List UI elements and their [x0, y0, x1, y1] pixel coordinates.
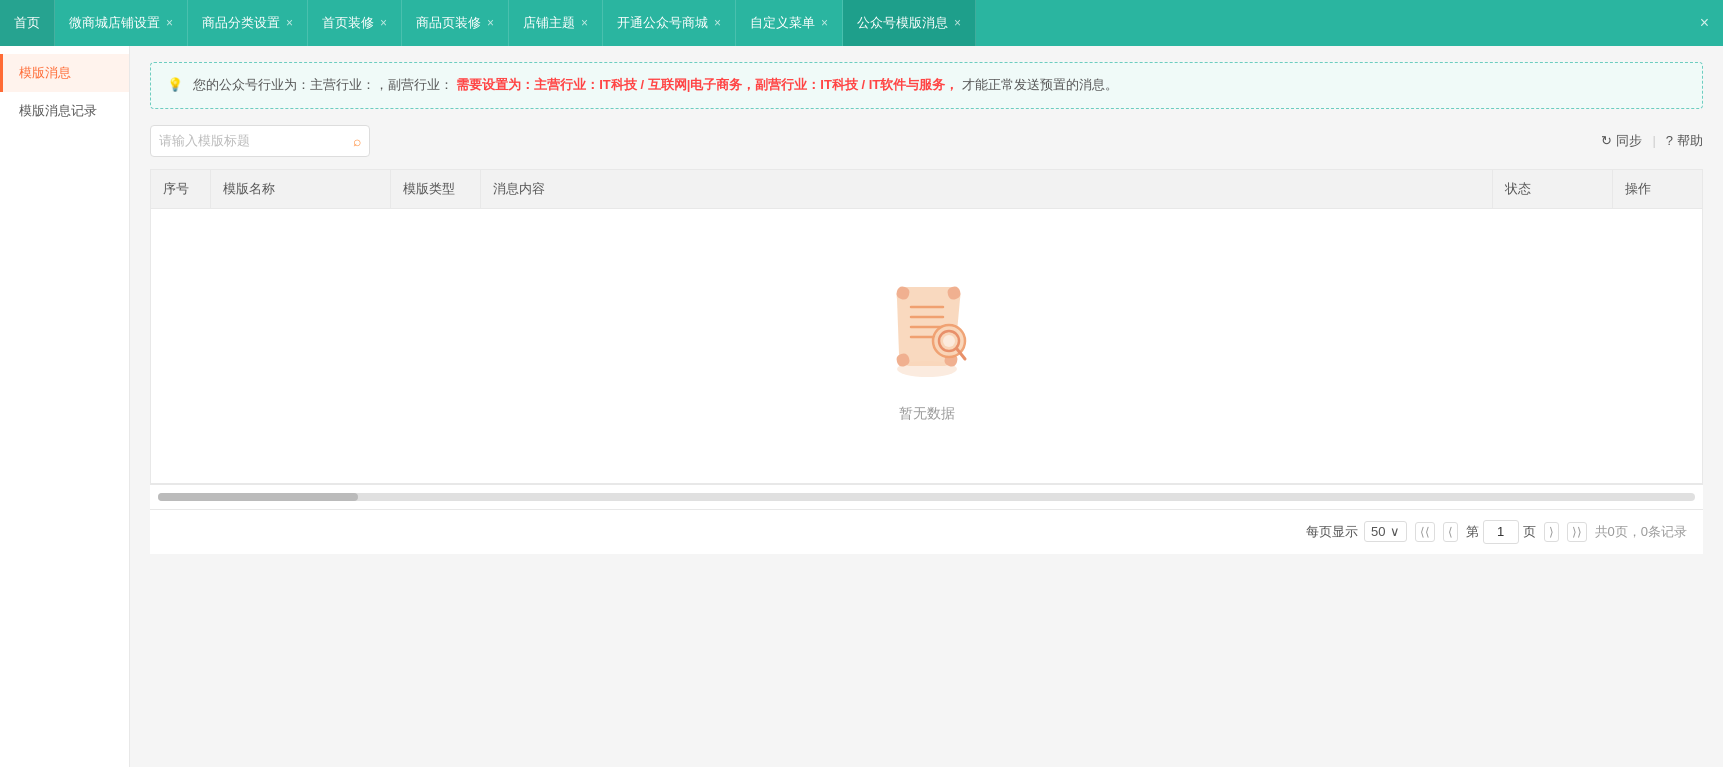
chevron-down-icon: ∨ [1390, 524, 1400, 539]
nav-tab-template-msg-label: 公众号模版消息 [857, 14, 948, 32]
notice-icon: 💡 [167, 77, 183, 92]
nav-tab-custom-menu[interactable]: 自定义菜单 × [736, 0, 843, 46]
help-icon: ? [1666, 133, 1673, 148]
nav-tab-store-theme-label: 店铺主题 [523, 14, 575, 32]
nav-tab-product-decor-label: 商品页装修 [416, 14, 481, 32]
notice-suffix: 才能正常发送预置的消息。 [962, 77, 1118, 92]
page-size-select: 每页显示 50 ∨ [1306, 521, 1406, 542]
page-first-button[interactable]: ⟨⟨ [1415, 522, 1435, 542]
nav-tab-home[interactable]: 首页 [0, 0, 55, 46]
nav-tab-template-msg[interactable]: 公众号模版消息 × [843, 0, 976, 46]
scrollbar-track[interactable] [158, 493, 1695, 501]
page-last-button[interactable]: ⟩⟩ [1567, 522, 1587, 542]
page-unit: 页 [1523, 523, 1536, 541]
nav-tab-homepage-decor[interactable]: 首页装修 × [308, 0, 402, 46]
nav-tab-product-decor[interactable]: 商品页装修 × [402, 0, 509, 46]
main-layout: 模版消息 模版消息记录 💡 您的公众号行业为：主营行业：，副营行业： 需要设置为… [0, 46, 1723, 767]
scrollbar-thumb[interactable] [158, 493, 358, 501]
col-header-action: 操作 [1613, 169, 1703, 208]
col-header-type: 模版类型 [391, 169, 481, 208]
nav-tab-open-mall[interactable]: 开通公众号商城 × [603, 0, 736, 46]
notice-highlight: 需要设置为：主营行业：IT科技 / 互联网|电子商务，副营行业：IT科技 / I… [456, 77, 958, 92]
close-custom-menu-icon[interactable]: × [821, 16, 828, 30]
sidebar-item-template-msg-log-label: 模版消息记录 [19, 103, 97, 118]
empty-text: 暂无数据 [899, 405, 955, 423]
page-number-input[interactable] [1483, 520, 1519, 544]
divider: | [1652, 133, 1655, 148]
close-store-theme-icon[interactable]: × [581, 16, 588, 30]
close-template-msg-icon[interactable]: × [954, 16, 961, 30]
page-word: 第 [1466, 523, 1479, 541]
close-product-category-icon[interactable]: × [286, 16, 293, 30]
nav-tab-product-category-label: 商品分类设置 [202, 14, 280, 32]
page-size-value: 50 [1371, 524, 1385, 539]
nav-tab-custom-menu-label: 自定义菜单 [750, 14, 815, 32]
page-size-dropdown[interactable]: 50 ∨ [1364, 521, 1406, 542]
col-header-name: 模版名称 [211, 169, 391, 208]
page-size-label: 每页显示 [1306, 523, 1358, 541]
col-header-content: 消息内容 [481, 169, 1493, 208]
page-input-group: 第 页 [1466, 520, 1536, 544]
nav-tab-store-theme[interactable]: 店铺主题 × [509, 0, 603, 46]
page-prev-button[interactable]: ⟨ [1443, 522, 1458, 542]
data-table: 序号 模版名称 模版类型 消息内容 状态 操作 [150, 169, 1703, 484]
sync-button[interactable]: ↻ 同步 [1601, 132, 1642, 150]
page-next-button[interactable]: ⟩ [1544, 522, 1559, 542]
top-nav: 首页 微商城店铺设置 × 商品分类设置 × 首页装修 × 商品页装修 × 店铺主… [0, 0, 1723, 46]
search-input-wrap[interactable]: ⌕ [150, 125, 370, 157]
close-product-decor-icon[interactable]: × [487, 16, 494, 30]
sync-label: 同步 [1616, 132, 1642, 150]
horizontal-scrollbar[interactable] [150, 484, 1703, 509]
notice-box: 💡 您的公众号行业为：主营行业：，副营行业： 需要设置为：主营行业：IT科技 /… [150, 62, 1703, 109]
search-input[interactable] [159, 133, 353, 148]
col-header-status: 状态 [1493, 169, 1613, 208]
sidebar: 模版消息 模版消息记录 [0, 46, 130, 767]
nav-tab-product-category[interactable]: 商品分类设置 × [188, 0, 308, 46]
search-bar: ⌕ ↻ 同步 | ? 帮助 [150, 125, 1703, 157]
search-icon[interactable]: ⌕ [353, 133, 361, 149]
close-all-button[interactable]: × [1686, 14, 1723, 32]
empty-state-row: 暂无数据 [151, 208, 1703, 483]
nav-tab-wsc-store-label: 微商城店铺设置 [69, 14, 160, 32]
pagination: 每页显示 50 ∨ ⟨⟨ ⟨ 第 页 ⟩ ⟩⟩ 共0页，0条记录 [150, 509, 1703, 554]
help-label: 帮助 [1677, 132, 1703, 150]
sidebar-item-template-msg-log[interactable]: 模版消息记录 [0, 92, 129, 130]
sidebar-item-template-msg-label: 模版消息 [19, 65, 71, 80]
nav-tab-wsc-store[interactable]: 微商城店铺设置 × [55, 0, 188, 46]
sync-help-bar: ↻ 同步 | ? 帮助 [1601, 132, 1703, 150]
help-button[interactable]: ? 帮助 [1666, 132, 1703, 150]
nav-tab-homepage-decor-label: 首页装修 [322, 14, 374, 32]
table-header-row: 序号 模版名称 模版类型 消息内容 状态 操作 [151, 169, 1703, 208]
content-area: 💡 您的公众号行业为：主营行业：，副营行业： 需要设置为：主营行业：IT科技 /… [130, 46, 1723, 767]
close-wsc-store-icon[interactable]: × [166, 16, 173, 30]
nav-tab-home-label: 首页 [14, 14, 40, 32]
svg-point-8 [943, 335, 955, 347]
nav-tab-open-mall-label: 开通公众号商城 [617, 14, 708, 32]
col-header-seq: 序号 [151, 169, 211, 208]
total-info: 共0页，0条记录 [1595, 523, 1687, 541]
sidebar-item-template-msg[interactable]: 模版消息 [0, 54, 129, 92]
close-open-mall-icon[interactable]: × [714, 16, 721, 30]
empty-illustration [867, 269, 987, 389]
close-homepage-decor-icon[interactable]: × [380, 16, 387, 30]
notice-prefix: 您的公众号行业为：主营行业：，副营行业： [193, 77, 453, 92]
empty-state: 暂无数据 [151, 209, 1702, 483]
sync-icon: ↻ [1601, 133, 1612, 148]
